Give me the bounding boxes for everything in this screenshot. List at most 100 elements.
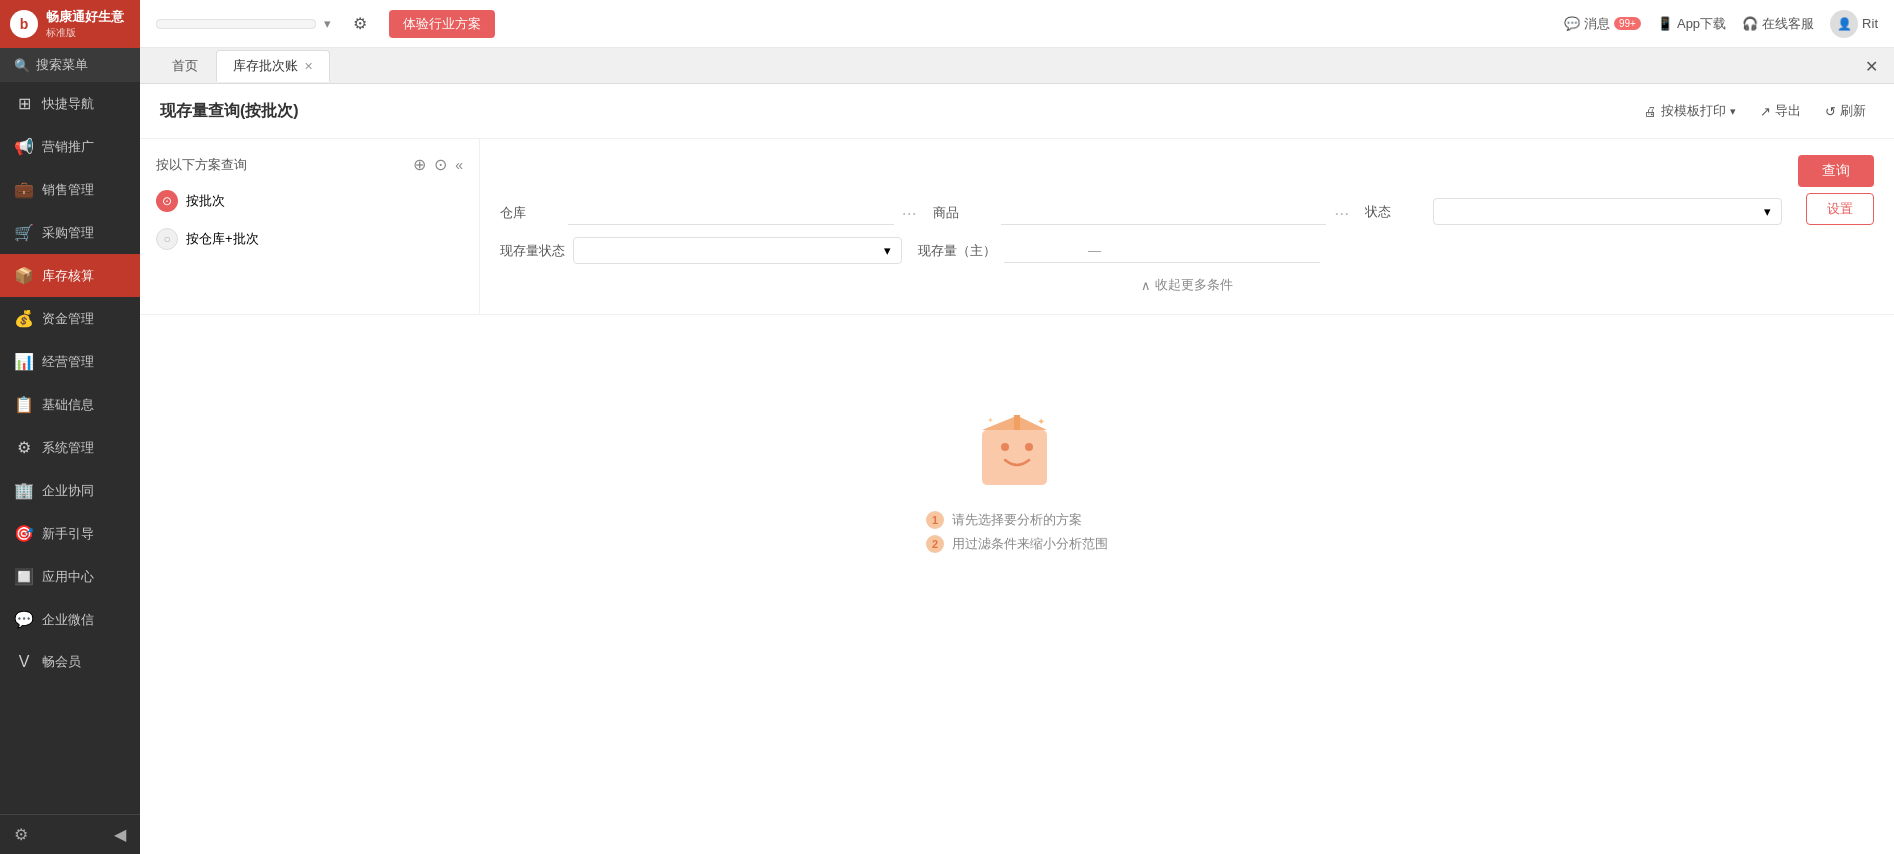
quantity-min-input[interactable] [1004,243,1084,258]
footer-settings-icon[interactable]: ⚙ [14,825,28,844]
scheme-by-warehouse-batch[interactable]: ○ 按仓库+批次 [140,220,479,258]
empty-tip-2: 2 用过滤条件来缩小分析范围 [926,535,1108,553]
sidebar-search[interactable]: 🔍 搜索菜单 [0,48,140,82]
status-select[interactable]: ▾ [1433,198,1782,225]
warehouse-more-icon[interactable]: ··· [902,203,917,224]
status-field: 状态 ▾ [1365,198,1782,225]
svg-point-4 [1001,443,1009,451]
tab-bar: 首页 库存批次账 ✕ ✕ [140,48,1894,84]
nav-icon: ⚙ [14,438,34,457]
sidebar-item-appcenter[interactable]: 🔲 应用中心 [0,555,140,598]
tab-panel-close-icon[interactable]: ✕ [1865,56,1878,75]
query-button[interactable]: 查询 [1798,155,1874,187]
warehouse-input[interactable] [568,201,894,225]
scheme-inactive-icon: ○ [156,228,178,250]
collapse-more-row[interactable]: ∧ 收起更多条件 [500,272,1874,298]
quantity-field: 现存量（主） — [918,239,1320,263]
sidebar-item-member[interactable]: V 畅会员 [0,641,140,683]
sidebar-item-inventory[interactable]: 📦 库存核算 [0,254,140,297]
nav-icon: 📦 [14,266,34,285]
app-download-action[interactable]: 📱 App下载 [1657,15,1726,33]
empty-tip-1: 1 请先选择要分析的方案 [926,511,1108,529]
page-header: 现存量查询(按批次) 🖨 按模板打印 ▾ ↗ 导出 ↺ 刷新 [140,84,1894,139]
sidebar-header: b 畅康通好生意 标准版 [0,0,140,48]
nav-icon: 🛒 [14,223,34,242]
filter-area: 按以下方案查询 ⊕ ⊙ « ⊙ 按批次 ○ 按仓库+批次 [140,139,1894,315]
topbar: ▾ ⚙ 体验行业方案 💬 消息 99+ 📱 App下载 🎧 在线客服 👤 Rit [140,0,1894,48]
print-template-btn[interactable]: 🖨 按模板打印 ▾ [1636,98,1744,124]
inventory-status-dropdown-icon: ▾ [884,243,891,258]
message-action[interactable]: 💬 消息 99+ [1564,15,1641,33]
sidebar-item-marketing[interactable]: 📢 营销推广 [0,125,140,168]
tab-inventory-batch[interactable]: 库存批次账 ✕ [216,50,330,82]
scheme-active-icon: ⊙ [156,190,178,212]
action-buttons: 查询 设置 [1798,155,1874,225]
sidebar-item-operations[interactable]: 📊 经营管理 [0,340,140,383]
page-title: 现存量查询(按批次) [160,101,299,122]
empty-tips: 1 请先选择要分析的方案 2 用过滤条件来缩小分析范围 [926,511,1108,553]
sidebar-item-enterprise[interactable]: 🏢 企业协同 [0,469,140,512]
trial-industry-btn[interactable]: 体验行业方案 [389,10,495,38]
tab-close-icon[interactable]: ✕ [304,60,313,73]
svg-text:✦: ✦ [987,416,994,425]
topbar-settings-btn[interactable]: ⚙ [339,9,381,38]
nav-icon: 💬 [14,610,34,629]
message-badge: 99+ [1614,17,1641,30]
scheme-by-batch[interactable]: ⊙ 按批次 [140,182,479,220]
nav-icon: 📋 [14,395,34,414]
app-title: 畅康通好生意 标准版 [46,9,124,39]
topbar-right: 💬 消息 99+ 📱 App下载 🎧 在线客服 👤 Rit [1564,10,1878,38]
export-icon: ↗ [1760,104,1771,119]
collapse-scheme-icon[interactable]: « [455,157,463,173]
collapse-chevron-icon: ∧ [1141,278,1151,293]
headset-icon: 🎧 [1742,16,1758,31]
sidebar-item-basic[interactable]: 📋 基础信息 [0,383,140,426]
topbar-dropdown-icon[interactable]: ▾ [324,16,331,31]
sidebar-item-newguide[interactable]: 🎯 新手引导 [0,512,140,555]
nav-icon: 📢 [14,137,34,156]
online-service-action[interactable]: 🎧 在线客服 [1742,15,1814,33]
export-btn[interactable]: ↗ 导出 [1752,98,1809,124]
product-more-icon[interactable]: ··· [1334,203,1349,224]
content-area: 现存量查询(按批次) 🖨 按模板打印 ▾ ↗ 导出 ↺ 刷新 [140,84,1894,854]
nav-icon: 🏢 [14,481,34,500]
quantity-max-input[interactable] [1105,243,1185,258]
print-dropdown-icon[interactable]: ▾ [1730,105,1736,118]
product-input[interactable] [1001,201,1327,225]
sidebar-nav: ⊞ 快捷导航 📢 营销推广 💼 销售管理 🛒 采购管理 📦 库存核算 💰 资金管… [0,82,140,814]
add-scheme-icon[interactable]: ⊕ [413,155,426,174]
page-actions: 🖨 按模板打印 ▾ ↗ 导出 ↺ 刷新 [1636,98,1874,124]
sidebar-item-system[interactable]: ⚙ 系统管理 [0,426,140,469]
sidebar-item-finance[interactable]: 💰 资金管理 [0,297,140,340]
sidebar-item-quick-nav[interactable]: ⊞ 快捷导航 [0,82,140,125]
app-logo: b [10,10,38,38]
refresh-btn[interactable]: ↺ 刷新 [1817,98,1874,124]
sidebar-item-wechat[interactable]: 💬 企业微信 [0,598,140,641]
filter-fields-panel: 仓库 ··· 商品 ··· 状态 ▾ [480,139,1894,314]
user-profile[interactable]: 👤 Rit [1830,10,1878,38]
nav-icon: 💼 [14,180,34,199]
empty-state: ✦ ✦ 1 请先选择要分析的方案 2 用过滤条件来缩小分析范围 [140,315,1894,633]
sidebar-item-purchase[interactable]: 🛒 采购管理 [0,211,140,254]
svg-rect-0 [982,430,1047,485]
refresh-icon: ↺ [1825,104,1836,119]
filter-scheme-header: 按以下方案查询 ⊕ ⊙ « [140,151,479,182]
settings-button[interactable]: 设置 [1806,193,1874,225]
svg-point-5 [1025,443,1033,451]
phone-icon: 📱 [1657,16,1673,31]
filter-scheme-panel: 按以下方案查询 ⊕ ⊙ « ⊙ 按批次 ○ 按仓库+批次 [140,139,480,314]
print-icon: 🖨 [1644,104,1657,119]
inventory-status-select[interactable]: ▾ [573,237,902,264]
topbar-search-input[interactable] [156,19,316,29]
nav-icon: 🎯 [14,524,34,543]
nav-icon: 🔲 [14,567,34,586]
tab-home[interactable]: 首页 [156,51,214,81]
scheme-actions: ⊕ ⊙ « [413,155,463,174]
avatar: 👤 [1830,10,1858,38]
empty-svg: ✦ ✦ [967,395,1067,495]
settings-scheme-icon[interactable]: ⊙ [434,155,447,174]
main-area: ▾ ⚙ 体验行业方案 💬 消息 99+ 📱 App下载 🎧 在线客服 👤 Rit [140,0,1894,854]
nav-icon: 💰 [14,309,34,328]
sidebar-item-sales[interactable]: 💼 销售管理 [0,168,140,211]
footer-collapse-icon[interactable]: ◀ [114,825,126,844]
